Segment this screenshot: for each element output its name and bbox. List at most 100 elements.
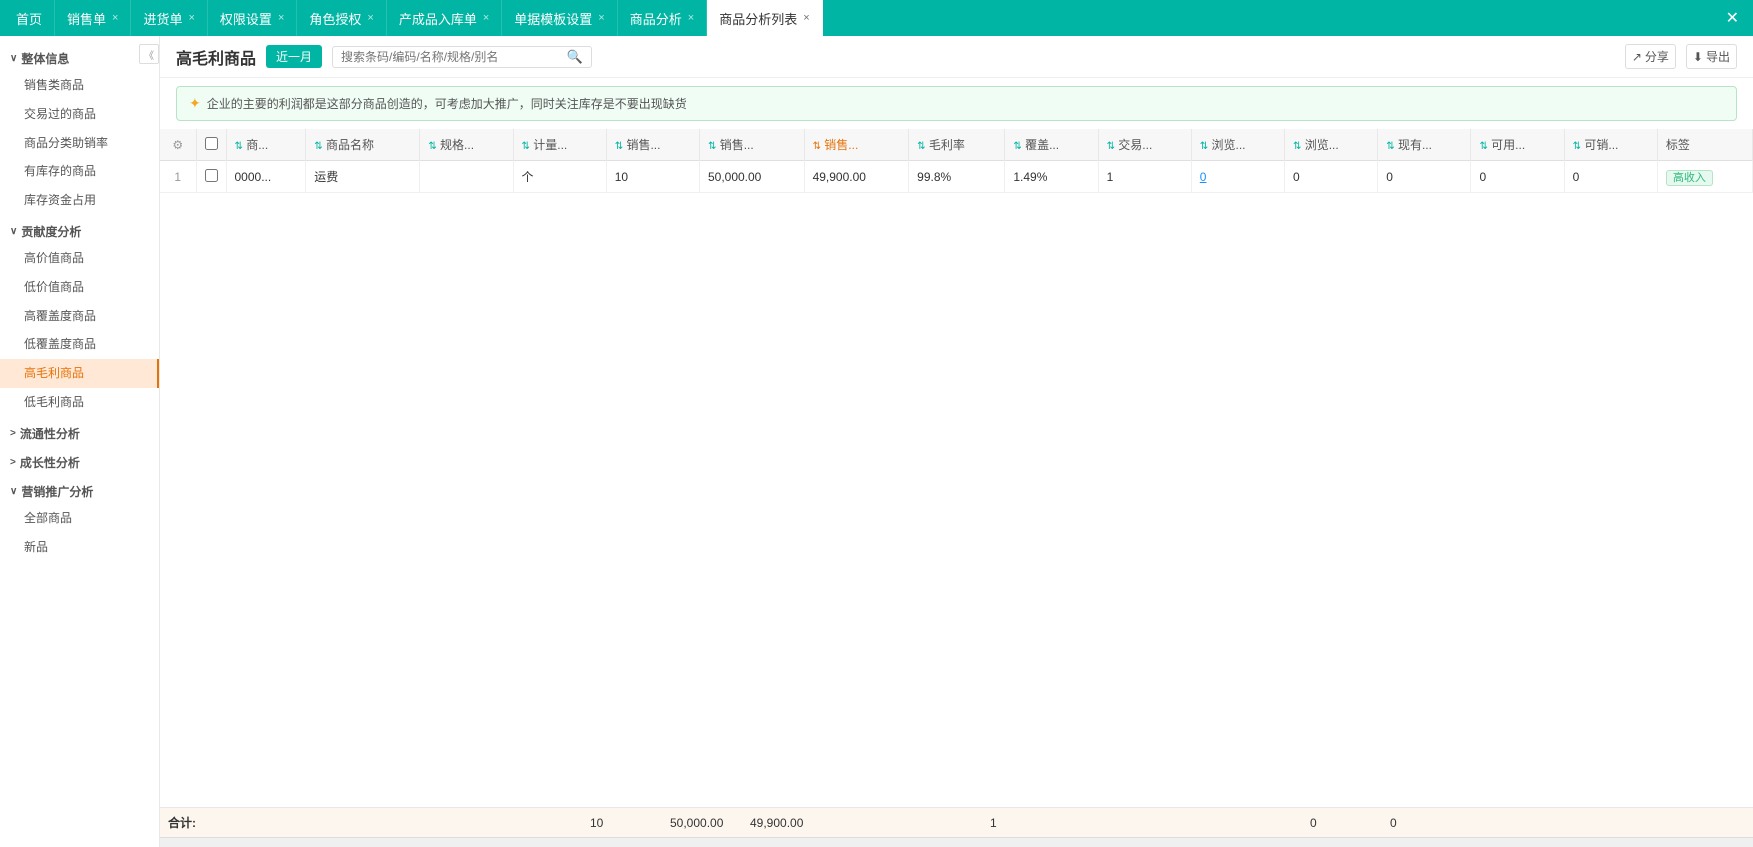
info-tip: ✦ 企业的主要的利润都是这部分商品创造的，可考虑加大推广，同时关注库存是不要出现… <box>176 86 1737 121</box>
close-tab-button[interactable]: × <box>483 12 489 24</box>
th-sales2[interactable]: ⇅ 销售... <box>699 129 804 161</box>
row-transaction: 1 <box>1098 161 1191 193</box>
row-checkbox-cell[interactable] <box>196 161 226 193</box>
nav-tab-进货单[interactable]: 进货单× <box>131 0 207 36</box>
tip-text: 企业的主要的利润都是这部分商品创造的，可考虑加大推广，同时关注库存是不要出现缺货 <box>207 95 687 112</box>
close-tab-button[interactable]: × <box>188 12 194 24</box>
row-browse2: 0 <box>1285 161 1378 193</box>
close-all-button[interactable]: ✕ <box>1716 8 1749 28</box>
row-unit: 个 <box>513 161 606 193</box>
bottom-scrollbar[interactable] <box>160 837 1753 847</box>
main-layout: 《 ∨整体信息销售类商品交易过的商品商品分类助销率有库存的商品库存资金占用∨贡献… <box>0 36 1753 847</box>
sidebar: 《 ∨整体信息销售类商品交易过的商品商品分类助销率有库存的商品库存资金占用∨贡献… <box>0 36 160 847</box>
search-icon[interactable]: 🔍 <box>567 49 583 65</box>
th-spec[interactable]: ⇅ 规格... <box>420 129 513 161</box>
row-code: 0000... <box>226 161 306 193</box>
sidebar-collapse-button[interactable]: 《 <box>139 44 159 64</box>
sidebar-item-低毛利商品[interactable]: 低毛利商品 <box>0 388 159 417</box>
row-tag: 高收入 <box>1657 161 1752 193</box>
th-checkbox[interactable] <box>196 129 226 161</box>
th-available[interactable]: ⇅ 可用... <box>1471 129 1564 161</box>
row-checkbox[interactable] <box>205 169 218 182</box>
nav-tab-商品分析[interactable]: 商品分析× <box>618 0 707 36</box>
footer-available: 0 <box>1302 816 1382 830</box>
nav-tab-权限设置[interactable]: 权限设置× <box>208 0 297 36</box>
sidebar-item-库存资金占用[interactable]: 库存资金占用 <box>0 186 159 215</box>
sidebar-group-流通性分析[interactable]: >流通性分析 <box>0 417 159 446</box>
th-browse2[interactable]: ⇅ 浏览... <box>1285 129 1378 161</box>
share-button[interactable]: ↗ 分享 <box>1625 44 1676 69</box>
footer-saleable: 0 <box>1382 816 1462 830</box>
row-num: 1 <box>160 161 196 193</box>
sidebar-item-高毛利商品[interactable]: 高毛利商品 <box>0 359 159 388</box>
nav-tab-角色授权[interactable]: 角色授权× <box>297 0 386 36</box>
th-tag[interactable]: 标签 <box>1657 129 1752 161</box>
sidebar-group-整体信息[interactable]: ∨整体信息 <box>0 42 159 71</box>
group-arrow-icon: > <box>10 457 16 468</box>
nav-tab-商品分析列表[interactable]: 商品分析列表× <box>707 0 822 36</box>
th-unit[interactable]: ⇅ 计量... <box>513 129 606 161</box>
row-saleable: 0 <box>1564 161 1657 193</box>
th-saleable[interactable]: ⇅ 可销... <box>1564 129 1657 161</box>
sidebar-item-全部商品[interactable]: 全部商品 <box>0 504 159 533</box>
sidebar-item-有库存的商品[interactable]: 有库存的商品 <box>0 157 159 186</box>
table-wrap: ⚙ ⇅ 商... ⇅ 商品名称 ⇅ 规格... ⇅ 计量... ⇅ 销售... … <box>160 129 1753 807</box>
sidebar-item-销售类商品[interactable]: 销售类商品 <box>0 71 159 100</box>
export-button[interactable]: ⬇ 导出 <box>1686 44 1737 69</box>
th-name[interactable]: ⇅ 商品名称 <box>306 129 420 161</box>
sidebar-item-商品分类助销率[interactable]: 商品分类助销率 <box>0 129 159 158</box>
th-coverage[interactable]: ⇅ 覆盖... <box>1005 129 1098 161</box>
row-coverage: 1.49% <box>1005 161 1098 193</box>
nav-tab-首页[interactable]: 首页 <box>4 0 55 36</box>
close-tab-button[interactable]: × <box>803 12 809 24</box>
tip-icon: ✦ <box>189 95 201 112</box>
th-transaction[interactable]: ⇅ 交易... <box>1098 129 1191 161</box>
th-gross-rate[interactable]: ⇅ 毛利率 <box>909 129 1005 161</box>
footer-sales3: 49,900.00 <box>742 816 822 830</box>
th-current[interactable]: ⇅ 现有... <box>1378 129 1471 161</box>
close-tab-button[interactable]: × <box>688 12 694 24</box>
row-browse1[interactable]: 0 <box>1191 161 1284 193</box>
sidebar-group-贡献度分析[interactable]: ∨贡献度分析 <box>0 215 159 244</box>
row-available: 0 <box>1471 161 1564 193</box>
select-all-checkbox[interactable] <box>205 137 218 150</box>
th-browse1[interactable]: ⇅ 浏览... <box>1191 129 1284 161</box>
th-sales3[interactable]: ⇅ 销售... <box>804 129 909 161</box>
share-icon: ↗ <box>1632 50 1642 64</box>
header-actions: ↗ 分享 ⬇ 导出 <box>1625 44 1737 69</box>
tag-badge: 高收入 <box>1666 170 1713 186</box>
sidebar-group-成长性分析[interactable]: >成长性分析 <box>0 446 159 475</box>
sidebar-item-低覆盖度商品[interactable]: 低覆盖度商品 <box>0 330 159 359</box>
row-name: 运费 <box>306 161 420 193</box>
row-spec <box>420 161 513 193</box>
close-tab-button[interactable]: × <box>278 12 284 24</box>
content-header: 高毛利商品 近一月 🔍 ↗ 分享 ⬇ 导出 <box>160 36 1753 78</box>
table-footer: 合计: 10 50,000.00 49,900.00 1 0 0 <box>160 807 1753 837</box>
sidebar-group-营销推广分析[interactable]: ∨营销推广分析 <box>0 475 159 504</box>
sidebar-item-高覆盖度商品[interactable]: 高覆盖度商品 <box>0 302 159 331</box>
sidebar-item-交易过的商品[interactable]: 交易过的商品 <box>0 100 159 129</box>
search-box: 🔍 <box>332 46 592 68</box>
sidebar-item-高价值商品[interactable]: 高价值商品 <box>0 244 159 273</box>
nav-tab-单据模板设置[interactable]: 单据模板设置× <box>502 0 617 36</box>
close-tab-button[interactable]: × <box>112 12 118 24</box>
row-sales3: 49,900.00 <box>804 161 909 193</box>
sidebar-item-低价值商品[interactable]: 低价值商品 <box>0 273 159 302</box>
sidebar-item-新品[interactable]: 新品 <box>0 533 159 562</box>
close-tab-button[interactable]: × <box>367 12 373 24</box>
nav-tab-销售单[interactable]: 销售单× <box>55 0 131 36</box>
table-header-row: ⚙ ⇅ 商... ⇅ 商品名称 ⇅ 规格... ⇅ 计量... ⇅ 销售... … <box>160 129 1753 161</box>
footer-sales1: 10 <box>582 816 662 830</box>
nav-tab-产成品入库单[interactable]: 产成品入库单× <box>387 0 502 36</box>
group-arrow-icon: ∨ <box>10 226 17 237</box>
group-arrow-icon: ∨ <box>10 53 17 64</box>
row-sales1: 10 <box>606 161 699 193</box>
footer-sales2: 50,000.00 <box>662 816 742 830</box>
search-input[interactable] <box>341 50 567 64</box>
th-settings[interactable]: ⚙ <box>160 129 196 161</box>
group-arrow-icon: ∨ <box>10 486 17 497</box>
th-code[interactable]: ⇅ 商... <box>226 129 306 161</box>
th-sales1[interactable]: ⇅ 销售... <box>606 129 699 161</box>
filter-period-button[interactable]: 近一月 <box>266 45 322 68</box>
close-tab-button[interactable]: × <box>598 12 604 24</box>
